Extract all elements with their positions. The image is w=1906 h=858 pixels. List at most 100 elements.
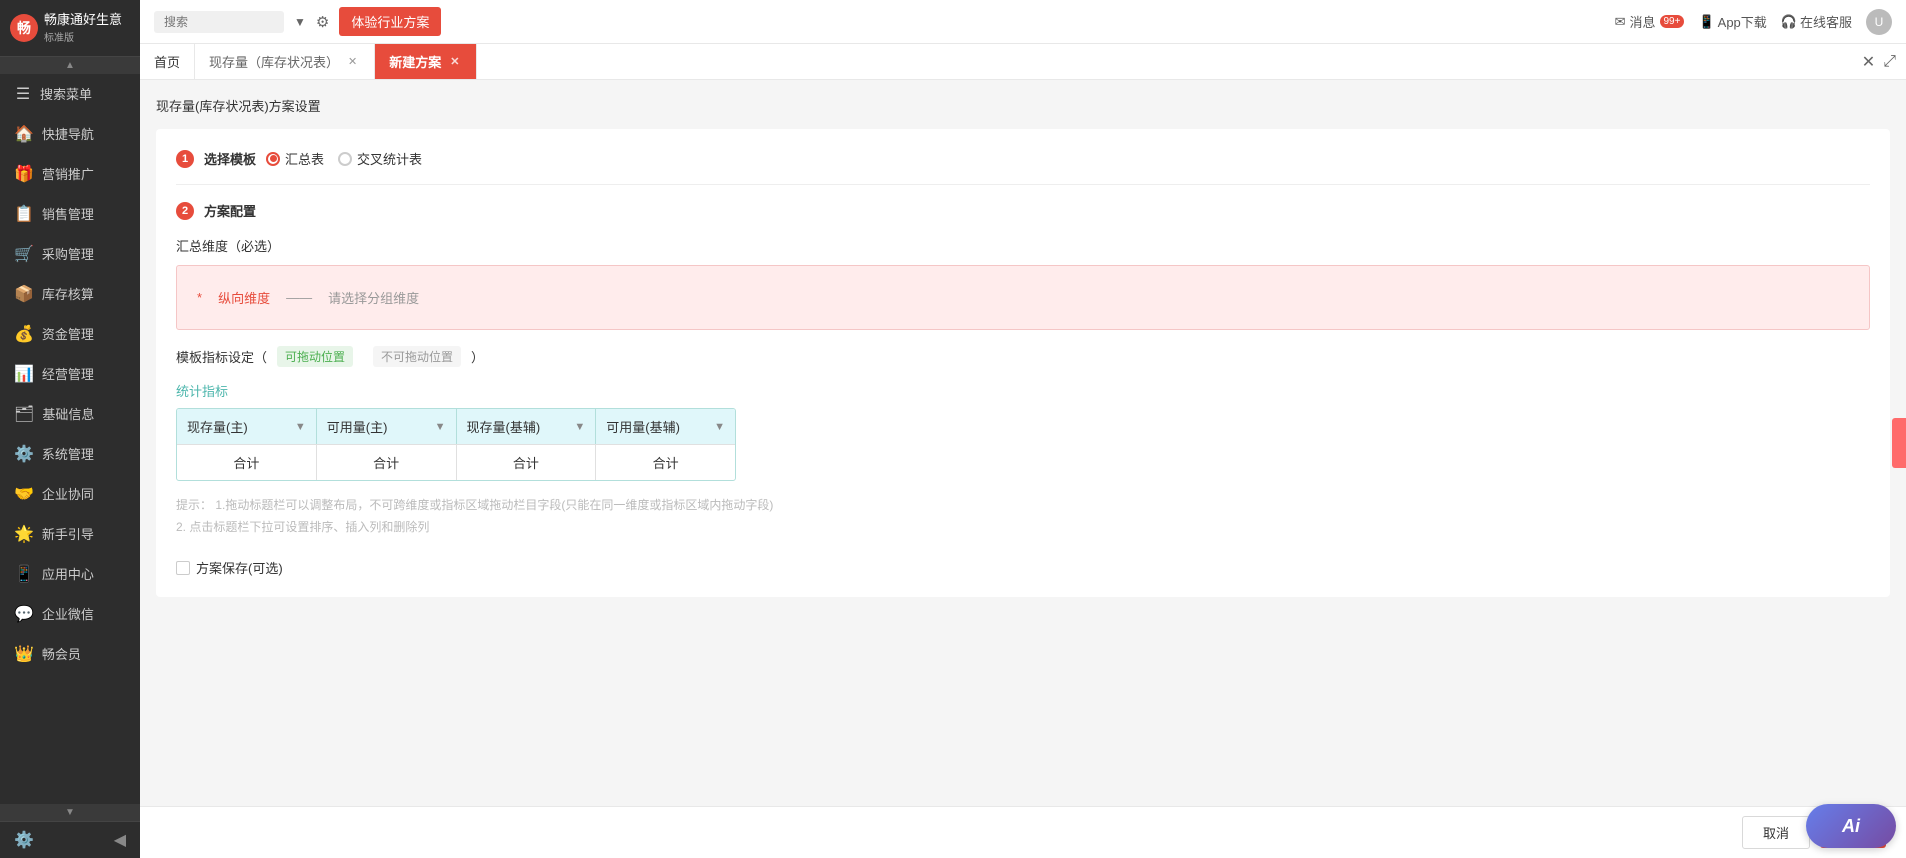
dimension-required-mark: * — [197, 290, 202, 305]
tab-new-scheme[interactable]: 新建方案 ✕ — [375, 44, 477, 79]
settings-icon[interactable]: ⚙️ — [14, 830, 34, 850]
stats-col3-header: 现存量(基辅) — [467, 417, 541, 436]
tips-box: 提示： 1.拖动标题栏可以调整布局，不可跨维度或指标区域拖动栏目字段(只能在同一… — [176, 495, 1870, 538]
sidebar-item-label: 基础信息 — [42, 404, 94, 423]
topbar-gear-icon[interactable]: ⚙ — [316, 13, 329, 31]
sidebar-item-operation[interactable]: 📊 经营管理 — [0, 354, 140, 394]
stats-col4-header: 可用量(基辅) — [606, 417, 680, 436]
right-edge-strip[interactable] — [1892, 418, 1906, 468]
tab-new-scheme-close-icon[interactable]: ✕ — [447, 54, 462, 69]
message-button[interactable]: ✉ 消息 99+ — [1615, 12, 1685, 31]
save-label: 方案保存(可选) — [196, 558, 283, 577]
col2-chevron-icon: ▼ — [435, 421, 446, 433]
chart-icon: 📊 — [14, 364, 34, 384]
tips-tip2: 2. 点击标题栏下拉可设置排序、插入列和删除列 — [176, 517, 1870, 539]
summary-dimension-text: 汇总维度（必选） — [176, 239, 280, 254]
app-name: 畅康通好生意 — [44, 12, 122, 29]
sidebar-item-marketing[interactable]: 🎁 营销推广 — [0, 154, 140, 194]
dropdown-icon[interactable]: ▼ — [294, 15, 306, 29]
topbar-left: ▼ ⚙ 体验行业方案 — [154, 7, 441, 36]
col3-chevron-icon: ▼ — [574, 421, 585, 433]
step1-title: 选择模板 — [204, 149, 256, 168]
sidebar-item-label: 营销推广 — [42, 164, 94, 183]
main-area: ▼ ⚙ 体验行业方案 ✉ 消息 99+ 📱 App下载 🎧 在线客服 U 首页 — [140, 0, 1906, 858]
sidebar-item-contract[interactable]: 🤝 企业协同 — [0, 474, 140, 514]
save-row: 方案保存(可选) — [176, 558, 1870, 577]
crown-icon: 👑 — [14, 644, 34, 664]
sidebar-scroll-down[interactable]: ▼ — [0, 804, 140, 821]
sidebar-item-vip[interactable]: 👑 畅会员 — [0, 634, 140, 674]
sidebar-item-appstore[interactable]: 📱 应用中心 — [0, 554, 140, 594]
stats-header-col3[interactable]: 现存量(基辅) ▼ — [457, 409, 597, 444]
cart-icon: 🛒 — [14, 244, 34, 264]
radio-summary-dot — [266, 152, 280, 166]
stats-col1-header: 现存量(主) — [187, 417, 248, 436]
sidebar-item-basic[interactable]: 🗂 基础信息 — [0, 394, 140, 434]
search-input[interactable] — [154, 11, 284, 33]
stats-table: 现存量(主) ▼ 可用量(主) ▼ 现存量(基辅) ▼ 可用量(基辅) ▼ — [176, 408, 736, 481]
fixed-chip: 不可拖动位置 — [373, 346, 461, 367]
tab-home-label: 首页 — [154, 52, 180, 71]
stats-header-col1[interactable]: 现存量(主) ▼ — [177, 409, 317, 444]
tab-new-scheme-label: 新建方案 — [389, 52, 441, 71]
handshake-icon: 🤝 — [14, 484, 34, 504]
radio-cross[interactable]: 交叉统计表 — [338, 149, 422, 168]
sidebar-item-search[interactable]: ☰ 搜索菜单 — [0, 74, 140, 114]
dimension-vertical-label: 纵向维度 — [218, 288, 270, 307]
star-icon: 🌟 — [14, 524, 34, 544]
radio-summary[interactable]: 汇总表 — [266, 149, 324, 168]
sidebar-scroll-up[interactable]: ▲ — [0, 57, 140, 74]
money-icon: 💰 — [14, 324, 34, 344]
box-icon: 📦 — [14, 284, 34, 304]
tab-close-icon[interactable]: ✕ — [345, 54, 360, 69]
stats-col2-header: 可用量(主) — [327, 417, 388, 436]
tabs-bar-right: ✕ ⤢ — [1852, 44, 1906, 79]
trial-button[interactable]: 体验行业方案 — [339, 7, 441, 36]
page-title: 现存量(库存状况表)方案设置 — [156, 96, 1890, 115]
stats-data-col1: 合计 — [177, 444, 317, 480]
tab-home[interactable]: 首页 — [140, 44, 195, 79]
topbar: ▼ ⚙ 体验行业方案 ✉ 消息 99+ 📱 App下载 🎧 在线客服 U — [140, 0, 1906, 44]
sidebar: 畅 畅康通好生意 标准版 ▲ ☰ 搜索菜单 🏠 快捷导航 🎁 营销推广 📋 销售… — [0, 0, 140, 858]
tips-tip1-text: 1.拖动标题栏可以调整布局，不可跨维度或指标区域拖动栏目字段(只能在同一维度或指… — [215, 498, 773, 512]
sidebar-item-quick-nav[interactable]: 🏠 快捷导航 — [0, 114, 140, 154]
service-label: 在线客服 — [1800, 12, 1852, 31]
sidebar-bottom: ⚙️ ◀ — [0, 821, 140, 858]
collapse-icon[interactable]: ◀ — [114, 830, 126, 850]
sidebar-item-label: 资金管理 — [42, 324, 94, 343]
save-checkbox[interactable] — [176, 561, 190, 575]
stats-header-col4[interactable]: 可用量(基辅) ▼ — [596, 409, 735, 444]
dimension-box: * 纵向维度 —— 请选择分组维度 — [176, 265, 1870, 330]
online-service-button[interactable]: 🎧 在线客服 — [1781, 12, 1852, 31]
col1-chevron-icon: ▼ — [295, 421, 306, 433]
indicator-label: 模板指标设定（ — [176, 347, 267, 366]
sidebar-item-label: 畅会员 — [42, 644, 81, 663]
avatar[interactable]: U — [1866, 9, 1892, 35]
step1-divider — [176, 184, 1870, 185]
indicator-row: 模板指标设定（ 可拖动位置 不可拖动位置 ） — [176, 346, 1870, 367]
ai-bubble[interactable]: Ai — [1806, 804, 1896, 848]
content-area: 现存量(库存状况表)方案设置 1 选择模板 汇总表 交叉统计表 — [140, 80, 1906, 806]
close-panel-icon[interactable]: ✕ — [1862, 52, 1875, 72]
sidebar-item-purchase[interactable]: 🛒 采购管理 — [0, 234, 140, 274]
expand-panel-icon[interactable]: ⤢ — [1883, 53, 1896, 71]
sidebar-item-sales[interactable]: 📋 销售管理 — [0, 194, 140, 234]
logo-text: 畅康通好生意 标准版 — [44, 12, 122, 44]
stats-header-col2[interactable]: 可用量(主) ▼ — [317, 409, 457, 444]
sidebar-item-system[interactable]: ⚙️ 系统管理 — [0, 434, 140, 474]
dimension-placeholder[interactable]: 请选择分组维度 — [328, 288, 419, 307]
bottom-bar: 取消 查询 — [140, 806, 1906, 858]
sidebar-item-guide[interactable]: 🌟 新手引导 — [0, 514, 140, 554]
sidebar-item-wechat[interactable]: 💬 企业微信 — [0, 594, 140, 634]
sidebar-item-finance[interactable]: 💰 资金管理 — [0, 314, 140, 354]
tab-inventory-status[interactable]: 现存量（库存状况表） ✕ — [195, 44, 375, 79]
cancel-button[interactable]: 取消 — [1742, 816, 1810, 849]
logo-icon: 畅 — [10, 14, 38, 42]
app-download-button[interactable]: 📱 App下载 — [1698, 12, 1766, 31]
sidebar-item-label: 库存核算 — [42, 284, 94, 303]
sidebar-nav: ☰ 搜索菜单 🏠 快捷导航 🎁 营销推广 📋 销售管理 🛒 采购管理 📦 库存核… — [0, 74, 140, 804]
folder-icon: 🗂 — [14, 404, 34, 424]
tabs-bar: 首页 现存量（库存状况表） ✕ 新建方案 ✕ ✕ ⤢ — [140, 44, 1906, 80]
message-label: 消息 — [1629, 12, 1655, 31]
sidebar-item-inventory[interactable]: 📦 库存核算 — [0, 274, 140, 314]
